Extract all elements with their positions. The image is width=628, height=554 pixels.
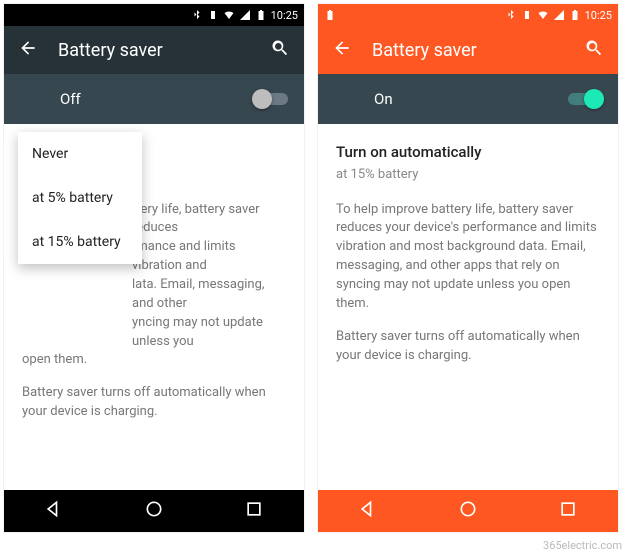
body-paragraph-2: Battery saver turns off automatically wh…	[22, 384, 286, 422]
search-icon[interactable]	[584, 38, 604, 62]
auto-on-popup: Never at 5% battery at 15% battery	[18, 132, 142, 264]
battery-saver-icon	[324, 9, 336, 21]
search-icon[interactable]	[270, 38, 290, 62]
body-paragraph-2: Battery saver turns off automatically wh…	[336, 328, 600, 366]
bluetooth-icon	[191, 9, 203, 21]
back-icon[interactable]	[332, 38, 352, 62]
signal-icon	[239, 9, 251, 21]
clock-text: 10:25	[271, 9, 298, 22]
popup-option-15[interactable]: at 15% battery	[18, 220, 142, 264]
popup-option-never[interactable]: Never	[18, 132, 142, 176]
signal-icon	[553, 9, 565, 21]
toggle-switch-on[interactable]	[568, 90, 602, 108]
app-bar: Battery saver	[4, 26, 304, 74]
nav-bar	[4, 490, 304, 532]
nav-home-icon[interactable]	[144, 499, 164, 523]
body-paragraph-1: To help improve battery life, battery sa…	[336, 201, 600, 314]
status-bar: 10:25	[4, 4, 304, 26]
popup-option-5[interactable]: at 5% battery	[18, 176, 142, 220]
nav-recent-icon[interactable]	[558, 499, 578, 523]
nav-recent-icon[interactable]	[244, 499, 264, 523]
toggle-label: On	[374, 90, 568, 108]
clock-text: 10:25	[585, 9, 612, 22]
toggle-row[interactable]: Off	[4, 74, 304, 124]
toggle-switch-off[interactable]	[254, 90, 288, 108]
nav-back-icon[interactable]	[44, 499, 64, 523]
content-area: Turn on automatically at 15% battery To …	[318, 124, 618, 365]
wifi-icon	[223, 9, 235, 21]
auto-on-heading[interactable]: Turn on automatically	[336, 142, 600, 164]
toggle-row[interactable]: On	[318, 74, 618, 124]
nav-bar	[318, 490, 618, 532]
page-title: Battery saver	[372, 40, 564, 61]
page-title: Battery saver	[58, 40, 250, 61]
battery-icon	[255, 9, 267, 21]
watermark-text: 365electric.com	[543, 539, 622, 552]
phone-left-off: 10:25 Battery saver Off ically ttery lif…	[4, 4, 304, 532]
nav-home-icon[interactable]	[458, 499, 478, 523]
app-bar: Battery saver	[318, 26, 618, 74]
status-bar: 10:25	[318, 4, 618, 26]
toggle-label: Off	[60, 90, 254, 108]
phone-right-on: 10:25 Battery saver On Turn on automatic…	[318, 4, 618, 532]
battery-icon	[569, 9, 581, 21]
auto-on-sub: at 15% battery	[336, 166, 600, 185]
back-icon[interactable]	[18, 38, 38, 62]
vibrate-icon	[207, 9, 219, 21]
bluetooth-icon	[505, 9, 517, 21]
nav-back-icon[interactable]	[358, 499, 378, 523]
wifi-icon	[537, 9, 549, 21]
vibrate-icon	[521, 9, 533, 21]
